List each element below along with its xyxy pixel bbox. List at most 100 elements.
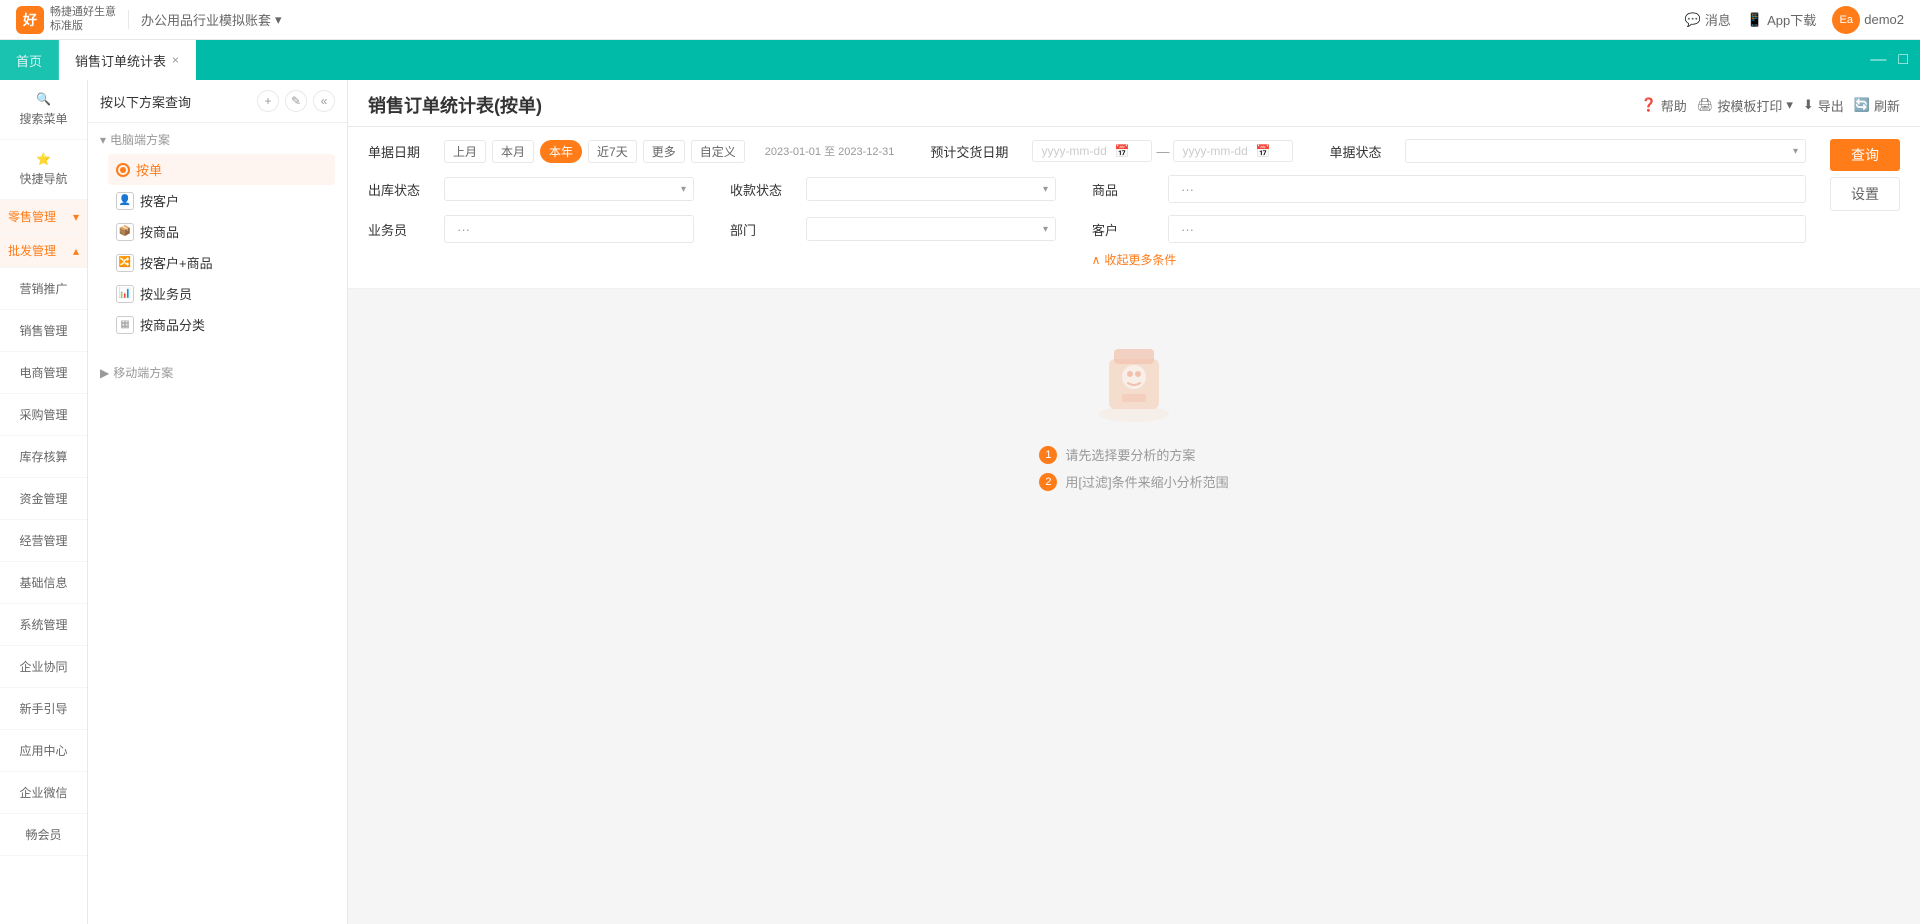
mobile-scheme-label[interactable]: ▶ 移动端方案 bbox=[100, 364, 335, 381]
query-btn[interactable]: 查询 bbox=[1830, 139, 1900, 171]
scheme-item-by-customer-goods[interactable]: 🔀 按客户+商品 bbox=[108, 247, 335, 278]
date-btn-custom[interactable]: 自定义 bbox=[691, 140, 745, 163]
message-btn[interactable]: 💬 消息 bbox=[1685, 10, 1731, 29]
sidebar-item-inventory[interactable]: 库存核算 bbox=[0, 436, 87, 478]
edit-scheme-btn[interactable]: ✎ bbox=[285, 90, 307, 112]
add-scheme-btn[interactable]: + bbox=[257, 90, 279, 112]
dropdown-icon: ▾ bbox=[275, 12, 282, 28]
app-download-btn[interactable]: 📱 App下载 bbox=[1747, 10, 1816, 29]
goods-dots[interactable]: ··· bbox=[1177, 182, 1198, 197]
help-icon: ❓ bbox=[1641, 97, 1657, 113]
sidebar: 🔍 搜索菜单 ⭐ 快捷导航 零售管理 ▾ 批发管理 ▴ 营销推广 销售管理 电商… bbox=[0, 80, 88, 924]
empty-hint-1: 1 请先选择要分析的方案 bbox=[1039, 445, 1228, 464]
scheme-item-by-order[interactable]: 按单 bbox=[108, 154, 335, 185]
top-bar-left: 好 畅捷通好生意 标准版 办公用品行业模拟账套 ▾ bbox=[16, 6, 282, 34]
department-label: 部门 bbox=[730, 220, 790, 239]
sidebar-item-coop[interactable]: 企业协同 bbox=[0, 646, 87, 688]
tab-active[interactable]: 销售订单统计表 × bbox=[59, 40, 196, 80]
sidebar-item-purchase[interactable]: 采购管理 bbox=[0, 394, 87, 436]
sidebar-item-ecommerce[interactable]: 电商管理 bbox=[0, 352, 87, 394]
sidebar-section-retail[interactable]: 零售管理 ▾ bbox=[0, 200, 87, 234]
customer-input[interactable]: ··· bbox=[1168, 215, 1806, 243]
page-title: 销售订单统计表(按单) bbox=[368, 92, 542, 118]
main-layout: 🔍 搜索菜单 ⭐ 快捷导航 零售管理 ▾ 批发管理 ▴ 营销推广 销售管理 电商… bbox=[0, 80, 1920, 924]
expected-date-start[interactable]: yyyy-mm-dd 📅 bbox=[1032, 140, 1152, 162]
sidebar-item-weixin[interactable]: 企业微信 bbox=[0, 772, 87, 814]
payment-status-label: 收款状态 bbox=[730, 180, 790, 199]
goods-input[interactable]: ··· bbox=[1168, 175, 1806, 203]
sidebar-item-sales[interactable]: 销售管理 bbox=[0, 310, 87, 352]
pc-scheme-section: ▾ 电脑端方案 按单 👤 按客户 📦 bbox=[88, 123, 347, 348]
logo-icon: 好 bbox=[16, 6, 44, 34]
expected-date-label: 预计交货日期 bbox=[930, 142, 1008, 161]
date-dash: — bbox=[1156, 144, 1169, 159]
collapse-btn[interactable]: ∧ 收起更多条件 bbox=[1092, 251, 1177, 268]
export-btn[interactable]: ⬇ 导出 bbox=[1803, 96, 1844, 115]
single-status-select-wrapper bbox=[1405, 139, 1806, 163]
tab-close-btn[interactable]: × bbox=[172, 53, 179, 67]
main-content: 1 请先选择要分析的方案 2 用[过滤]条件来缩小分析范围 bbox=[348, 289, 1920, 924]
filter-row-2: 出库状态 收款状态 商品 ··· bbox=[368, 175, 1806, 203]
scheme-list: 按单 👤 按客户 📦 按商品 🔀 按客户+商品 bbox=[100, 154, 335, 340]
export-icon: ⬇ bbox=[1803, 97, 1814, 113]
filter-bottom: ∧ 收起更多条件 bbox=[368, 243, 1900, 276]
user-menu[interactable]: Ea demo2 bbox=[1832, 6, 1904, 34]
scheme-item-by-customer[interactable]: 👤 按客户 bbox=[108, 185, 335, 216]
setting-btn[interactable]: 设置 bbox=[1830, 177, 1900, 211]
date-btn-lastmonth[interactable]: 上月 bbox=[444, 140, 486, 163]
hint-num-1: 1 bbox=[1039, 446, 1057, 464]
date-btn-more[interactable]: 更多 bbox=[643, 140, 685, 163]
tab-bar-actions: — □ bbox=[1866, 47, 1920, 73]
scheme-item-by-goods[interactable]: 📦 按商品 bbox=[108, 216, 335, 247]
chevron-up-icon: ▴ bbox=[73, 244, 79, 258]
scheme-item-by-goods-category[interactable]: ▦ 按商品分类 bbox=[108, 309, 335, 340]
scheme-item-by-salesperson[interactable]: 📊 按业务员 bbox=[108, 278, 335, 309]
department-select-wrapper bbox=[806, 217, 1056, 241]
logo-area: 好 畅捷通好生意 标准版 bbox=[16, 6, 116, 34]
payment-status-select[interactable] bbox=[806, 177, 1056, 201]
empty-hint-2: 2 用[过滤]条件来缩小分析范围 bbox=[1039, 472, 1228, 491]
date-btn-thisyear[interactable]: 本年 bbox=[540, 140, 582, 163]
collapse-icon: ∧ bbox=[1092, 253, 1101, 267]
sidebar-item-guide[interactable]: 新手引导 bbox=[0, 688, 87, 730]
refresh-btn[interactable]: 🔄 刷新 bbox=[1854, 96, 1900, 115]
window-minimize-btn[interactable]: — bbox=[1866, 47, 1890, 73]
salesperson-dots[interactable]: ··· bbox=[453, 222, 474, 237]
sidebar-item-finance[interactable]: 资金管理 bbox=[0, 478, 87, 520]
help-btn[interactable]: ❓ 帮助 bbox=[1641, 96, 1687, 115]
sidebar-item-marketing[interactable]: 营销推广 bbox=[0, 268, 87, 310]
sidebar-item-member[interactable]: 畅会员 bbox=[0, 814, 87, 856]
customer-dots[interactable]: ··· bbox=[1177, 222, 1198, 237]
date-btn-thismonth[interactable]: 本月 bbox=[492, 140, 534, 163]
sidebar-item-system[interactable]: 系统管理 bbox=[0, 604, 87, 646]
print-btn[interactable]: 🖨 按模板打印 ▾ bbox=[1697, 96, 1793, 115]
sidebar-item-quicknav[interactable]: ⭐ 快捷导航 bbox=[0, 140, 87, 200]
out-status-select[interactable] bbox=[444, 177, 694, 201]
message-icon: 💬 bbox=[1685, 12, 1701, 28]
left-panel: 按以下方案查询 + ✎ « ▾ 电脑端方案 按单 bbox=[88, 80, 348, 924]
box-icon: 📦 bbox=[116, 223, 134, 241]
sidebar-item-search[interactable]: 🔍 搜索菜单 bbox=[0, 80, 87, 140]
expected-date-end[interactable]: yyyy-mm-dd 📅 bbox=[1173, 140, 1293, 162]
sidebar-item-basic[interactable]: 基础信息 bbox=[0, 562, 87, 604]
print-icon: 🖨 bbox=[1697, 97, 1714, 113]
app-selector[interactable]: 办公用品行业模拟账套 ▾ bbox=[128, 10, 282, 29]
payment-status-select-wrapper bbox=[806, 177, 1056, 201]
single-date-label: 单据日期 bbox=[368, 142, 428, 161]
expected-date-range: yyyy-mm-dd 📅 — yyyy-mm-dd 📅 bbox=[1032, 140, 1293, 162]
sidebar-item-appcenter[interactable]: 应用中心 bbox=[0, 730, 87, 772]
date-btn-7days[interactable]: 近7天 bbox=[588, 140, 637, 163]
tab-home[interactable]: 首页 bbox=[0, 40, 59, 80]
pc-scheme-label[interactable]: ▾ 电脑端方案 bbox=[100, 131, 335, 148]
collapse-panel-btn[interactable]: « bbox=[313, 90, 335, 112]
empty-state: 1 请先选择要分析的方案 2 用[过滤]条件来缩小分析范围 bbox=[348, 289, 1920, 531]
sidebar-section-wholesale[interactable]: 批发管理 ▴ bbox=[0, 234, 87, 268]
filter-row-1: 单据日期 上月 本月 本年 近7天 更多 自定义 2023-01-01 至 20… bbox=[368, 139, 1806, 163]
sidebar-item-operation[interactable]: 经营管理 bbox=[0, 520, 87, 562]
department-select[interactable] bbox=[806, 217, 1056, 241]
salesperson-input[interactable]: ··· bbox=[444, 215, 694, 243]
lph-actions: + ✎ « bbox=[257, 90, 335, 112]
window-maximize-btn[interactable]: □ bbox=[1894, 47, 1912, 73]
single-status-select[interactable] bbox=[1405, 139, 1806, 163]
multi-icon: 🔀 bbox=[116, 254, 134, 272]
